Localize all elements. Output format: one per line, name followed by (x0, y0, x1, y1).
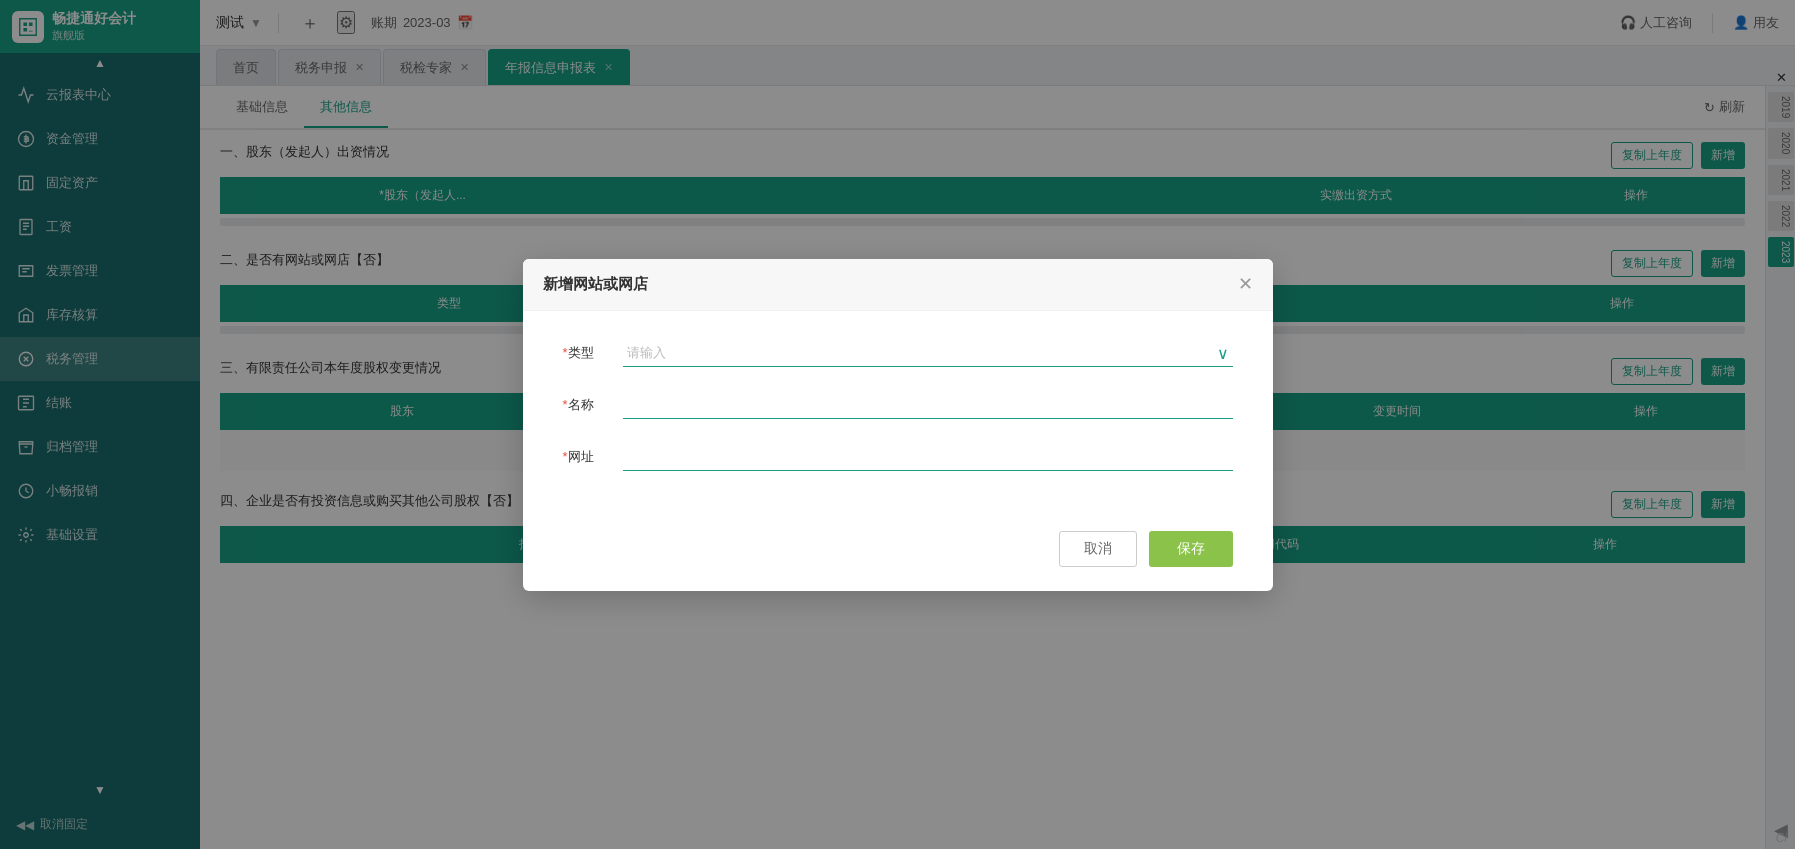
save-button[interactable]: 保存 (1149, 531, 1233, 567)
url-input[interactable] (623, 443, 1233, 471)
form-row-name: *名称 (563, 391, 1233, 419)
name-label: *名称 (563, 396, 623, 414)
modal-body: **类型类型 ∨ *名称 *网址 (523, 311, 1273, 515)
name-field-wrap (623, 391, 1233, 419)
modal-footer: 取消 保存 (523, 515, 1273, 591)
form-row-type: **类型类型 ∨ (563, 339, 1233, 367)
type-input[interactable] (623, 339, 1233, 367)
modal-title: 新增网站或网店 (543, 275, 648, 294)
type-field-wrap: ∨ (623, 339, 1233, 367)
modal-close-btn[interactable]: ✕ (1238, 275, 1253, 293)
modal-header: 新增网站或网店 ✕ (523, 259, 1273, 311)
name-input[interactable] (623, 391, 1233, 419)
modal-backdrop[interactable]: 新增网站或网店 ✕ **类型类型 ∨ *名称 (0, 0, 1795, 849)
url-label: *网址 (563, 448, 623, 466)
type-label: **类型类型 (563, 344, 623, 362)
cancel-button[interactable]: 取消 (1059, 531, 1137, 567)
modal-add-website: 新增网站或网店 ✕ **类型类型 ∨ *名称 (523, 259, 1273, 591)
form-row-url: *网址 (563, 443, 1233, 471)
url-field-wrap (623, 443, 1233, 471)
